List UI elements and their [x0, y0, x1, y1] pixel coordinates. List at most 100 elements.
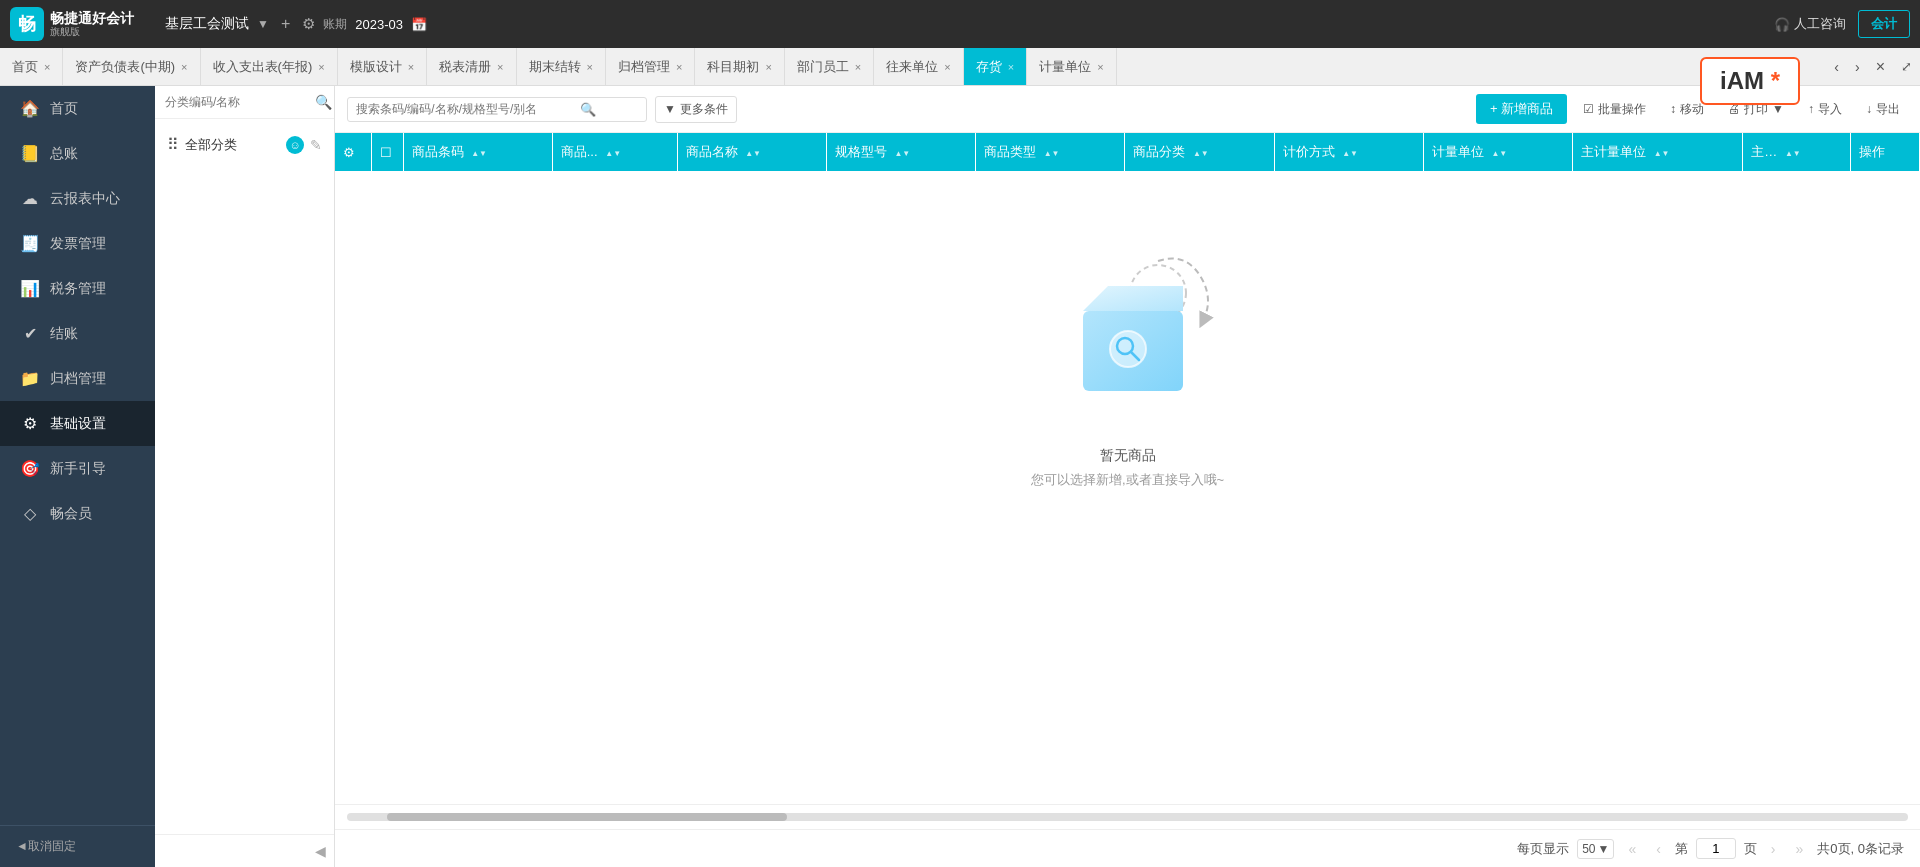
- import-button[interactable]: ↑ 导入: [1800, 97, 1850, 122]
- tab-balance-sheet[interactable]: 资产负债表(中期) ×: [63, 48, 200, 86]
- category-edit-icon[interactable]: ✎: [310, 137, 322, 153]
- invoice-icon: 🧾: [20, 234, 40, 253]
- grid-icon: ⠿: [167, 135, 179, 154]
- tab-close-contacts[interactable]: ×: [944, 61, 950, 73]
- close-all-tabs-button[interactable]: ×: [1868, 48, 1893, 86]
- tab-tax-table[interactable]: 税表清册 ×: [427, 48, 516, 86]
- archive-icon: 📁: [20, 369, 40, 388]
- tab-department[interactable]: 部门员工 ×: [785, 48, 874, 86]
- sidebar-item-tax[interactable]: 📊 税务管理: [0, 266, 155, 311]
- service-button[interactable]: 🎧 人工咨询: [1774, 15, 1846, 33]
- sort-code[interactable]: ▲▼: [605, 150, 621, 158]
- sort-category[interactable]: ▲▼: [1193, 150, 1209, 158]
- category-search-icon[interactable]: 🔍: [315, 94, 332, 110]
- col-barcode[interactable]: 商品条码 ▲▼: [403, 133, 552, 171]
- col-checkbox[interactable]: ☐: [371, 133, 403, 171]
- col-unit[interactable]: 计量单位 ▲▼: [1423, 133, 1572, 171]
- tab-subject-init[interactable]: 科目期初 ×: [695, 48, 784, 86]
- member-icon: ◇: [20, 504, 40, 523]
- content-area: 🔍 ⠿ 全部分类 ☺ ✎ ◀: [155, 86, 1920, 867]
- col-type[interactable]: 商品类型 ▲▼: [976, 133, 1125, 171]
- add-product-button[interactable]: + 新增商品: [1476, 94, 1567, 124]
- sidebar-item-member[interactable]: ◇ 畅会员: [0, 491, 155, 536]
- more-filter-button[interactable]: ▼ 更多条件: [655, 96, 737, 123]
- tab-close-period[interactable]: ×: [587, 61, 593, 73]
- move-icon: ↕: [1670, 102, 1676, 116]
- sidebar-item-guide[interactable]: 🎯 新手引导: [0, 446, 155, 491]
- settings-icon[interactable]: ⚙: [302, 15, 315, 33]
- tab-close-subject[interactable]: ×: [765, 61, 771, 73]
- tab-close-homepage[interactable]: ×: [44, 61, 50, 73]
- batch-action-button[interactable]: ☑ 批量操作: [1575, 97, 1654, 122]
- calendar-icon[interactable]: 📅: [411, 17, 427, 32]
- col-main2[interactable]: 主… ▲▼: [1743, 133, 1850, 171]
- tab-close-dept[interactable]: ×: [855, 61, 861, 73]
- sort-main2[interactable]: ▲▼: [1785, 150, 1801, 158]
- page-size-arrow: ▼: [1597, 842, 1609, 856]
- scrollbar-thumb[interactable]: [387, 813, 787, 821]
- tab-close-inventory[interactable]: ×: [1008, 61, 1014, 73]
- logo-text: 畅捷通好会计 旗舰版: [50, 10, 134, 39]
- col-category[interactable]: 商品分类 ▲▼: [1125, 133, 1274, 171]
- category-list: ⠿ 全部分类 ☺ ✎: [155, 119, 334, 834]
- col-settings[interactable]: ⚙: [335, 133, 371, 171]
- sidebar-item-closing[interactable]: ✔ 结账: [0, 311, 155, 356]
- tab-template-design[interactable]: 模版设计 ×: [338, 48, 427, 86]
- account-button[interactable]: 会计: [1858, 10, 1910, 38]
- horizontal-scrollbar[interactable]: [347, 813, 1908, 821]
- sidebar-item-cloud-report[interactable]: ☁ 云报表中心: [0, 176, 155, 221]
- tab-period-closing[interactable]: 期末结转 ×: [517, 48, 606, 86]
- unpin-button[interactable]: ◄取消固定: [16, 838, 139, 855]
- tab-close-archive[interactable]: ×: [676, 61, 682, 73]
- category-search-input[interactable]: [165, 95, 315, 109]
- tab-close-income[interactable]: ×: [318, 61, 324, 73]
- tab-inventory[interactable]: 存货 ×: [964, 48, 1027, 86]
- expand-button[interactable]: ⤢: [1893, 48, 1920, 86]
- sort-barcode[interactable]: ▲▼: [471, 150, 487, 158]
- sort-type[interactable]: ▲▼: [1044, 150, 1060, 158]
- tab-close-balance[interactable]: ×: [181, 61, 187, 73]
- product-search-icon[interactable]: 🔍: [580, 102, 596, 117]
- col-spec[interactable]: 规格型号 ▲▼: [826, 133, 975, 171]
- tab-unit[interactable]: 计量单位 ×: [1027, 48, 1116, 86]
- sort-unit[interactable]: ▲▼: [1491, 150, 1507, 158]
- sidebar-item-ledger[interactable]: 📒 总账: [0, 131, 155, 176]
- tab-archive-mgmt[interactable]: 归档管理 ×: [606, 48, 695, 86]
- product-search-input[interactable]: [356, 102, 576, 116]
- tab-prev-button[interactable]: ‹: [1826, 48, 1847, 86]
- right-panel: 🔍 ▼ 更多条件 + 新增商品 ☑ 批量操作 ↕: [335, 86, 1920, 867]
- closing-icon: ✔: [20, 324, 40, 343]
- tab-close-unit[interactable]: ×: [1097, 61, 1103, 73]
- tab-close-tax[interactable]: ×: [497, 61, 503, 73]
- page-number-input[interactable]: [1696, 838, 1736, 859]
- tab-income-report[interactable]: 收入支出表(年报) ×: [201, 48, 338, 86]
- tab-next-button[interactable]: ›: [1847, 48, 1868, 86]
- tab-close-template[interactable]: ×: [408, 61, 414, 73]
- sidebar-item-settings[interactable]: ⚙ 基础设置: [0, 401, 155, 446]
- sidebar-item-invoice[interactable]: 🧾 发票管理: [0, 221, 155, 266]
- sort-pricing[interactable]: ▲▼: [1342, 150, 1358, 158]
- prev-page-button[interactable]: ‹: [1650, 839, 1667, 859]
- first-page-button[interactable]: «: [1622, 839, 1642, 859]
- sort-name[interactable]: ▲▼: [745, 150, 761, 158]
- last-page-button[interactable]: »: [1790, 839, 1810, 859]
- add-tab-button[interactable]: +: [277, 15, 294, 33]
- category-collapse-icon[interactable]: ◀: [315, 843, 326, 859]
- company-name: 基层工会测试: [165, 15, 249, 33]
- sidebar-item-archive[interactable]: 📁 归档管理: [0, 356, 155, 401]
- sidebar-item-home[interactable]: 🏠 首页: [0, 86, 155, 131]
- next-page-button[interactable]: ›: [1765, 839, 1782, 859]
- company-dropdown-icon[interactable]: ▼: [257, 17, 269, 31]
- col-main-unit[interactable]: 主计量单位 ▲▼: [1573, 133, 1743, 171]
- category-all-item[interactable]: ⠿ 全部分类 ☺ ✎: [155, 127, 334, 162]
- tab-homepage[interactable]: 首页 ×: [0, 48, 63, 86]
- page-label-pre: 第: [1675, 840, 1688, 858]
- col-code[interactable]: 商品... ▲▼: [552, 133, 677, 171]
- sort-spec[interactable]: ▲▼: [894, 150, 910, 158]
- col-name[interactable]: 商品名称 ▲▼: [677, 133, 826, 171]
- tab-contacts[interactable]: 往来单位 ×: [874, 48, 963, 86]
- col-pricing[interactable]: 计价方式 ▲▼: [1274, 133, 1423, 171]
- sort-main-unit[interactable]: ▲▼: [1654, 150, 1670, 158]
- page-size-select[interactable]: 50 ▼: [1577, 839, 1614, 859]
- export-button[interactable]: ↓ 导出: [1858, 97, 1908, 122]
